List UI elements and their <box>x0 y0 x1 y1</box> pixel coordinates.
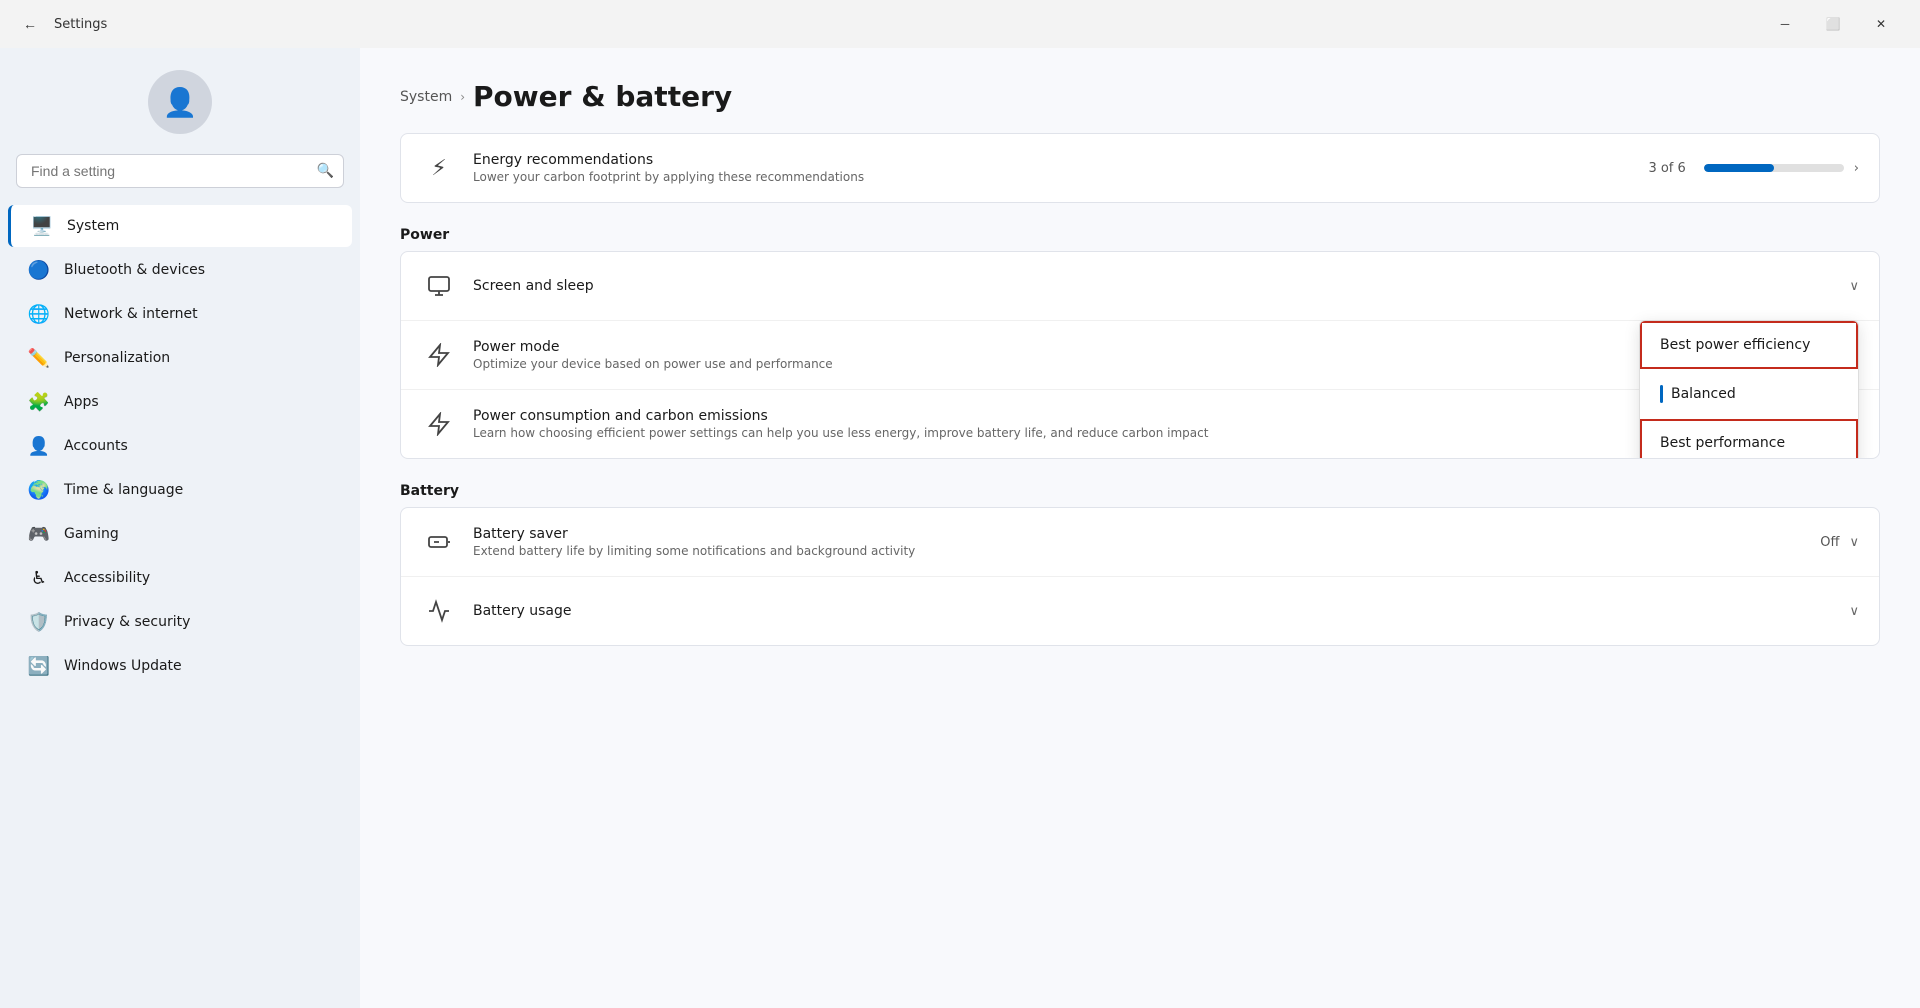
sidebar-item-network[interactable]: 🌐 Network & internet <box>8 293 352 335</box>
sidebar-item-label: Network & internet <box>64 306 198 322</box>
update-icon: 🔄 <box>28 655 50 677</box>
power-mode-icon <box>421 337 457 373</box>
sidebar-item-label: Accessibility <box>64 570 150 586</box>
battery-saver-icon <box>421 524 457 560</box>
battery-usage-row[interactable]: Battery usage ∨ <box>401 577 1879 645</box>
dropdown-balanced-label: Balanced <box>1671 386 1736 402</box>
accessibility-icon: ♿ <box>28 567 50 589</box>
battery-card: Battery saver Extend battery life by lim… <box>400 507 1880 646</box>
screen-sleep-chevron: ∨ <box>1849 279 1859 294</box>
battery-usage-right: ∨ <box>1849 604 1859 619</box>
battery-usage-chevron: ∨ <box>1849 604 1859 619</box>
sidebar-item-time[interactable]: 🌍 Time & language <box>8 469 352 511</box>
energy-chevron-icon: › <box>1854 161 1859 176</box>
personalization-icon: ✏️ <box>28 347 50 369</box>
time-icon: 🌍 <box>28 479 50 501</box>
sidebar-item-accounts[interactable]: 👤 Accounts <box>8 425 352 467</box>
battery-saver-subtitle: Extend battery life by limiting some not… <box>473 544 1804 558</box>
privacy-icon: 🛡️ <box>28 611 50 633</box>
system-icon: 🖥️ <box>31 215 53 237</box>
window-controls: ─ ⬜ ✕ <box>1762 8 1904 40</box>
sidebar: 👤 🔍 🖥️ System 🔵 Bluetooth & devices 🌐 Ne… <box>0 48 360 1008</box>
screen-sleep-title: Screen and sleep <box>473 278 1833 294</box>
sidebar-item-privacy[interactable]: 🛡️ Privacy & security <box>8 601 352 643</box>
sidebar-item-apps[interactable]: 🧩 Apps <box>8 381 352 423</box>
screen-sleep-content: Screen and sleep <box>473 278 1833 294</box>
app-title: Settings <box>54 17 1752 32</box>
screen-sleep-row[interactable]: Screen and sleep ∨ Best power efficiency… <box>401 252 1879 321</box>
dropdown-item-efficiency[interactable]: Best power efficiency <box>1640 321 1858 369</box>
apps-icon: 🧩 <box>28 391 50 413</box>
app-body: 👤 🔍 🖥️ System 🔵 Bluetooth & devices 🌐 Ne… <box>0 48 1920 1008</box>
sidebar-item-label: Bluetooth & devices <box>64 262 205 278</box>
battery-usage-title: Battery usage <box>473 603 1833 619</box>
battery-saver-row[interactable]: Battery saver Extend battery life by lim… <box>401 508 1879 577</box>
energy-rec-row[interactable]: ⚡ Energy recommendations Lower your carb… <box>401 134 1879 202</box>
carbon-icon <box>421 406 457 442</box>
energy-rec-content: Energy recommendations Lower your carbon… <box>473 152 1632 184</box>
maximize-button[interactable]: ⬜ <box>1810 8 1856 40</box>
energy-rec-title: Energy recommendations <box>473 152 1632 168</box>
sidebar-item-update[interactable]: 🔄 Windows Update <box>8 645 352 687</box>
progress-bar-fill <box>1704 164 1774 172</box>
sidebar-item-label: Gaming <box>64 526 119 542</box>
sidebar-item-label: System <box>67 218 119 234</box>
battery-usage-content: Battery usage <box>473 603 1833 619</box>
sidebar-item-label: Apps <box>64 394 99 410</box>
user-icon: 👤 <box>163 86 198 119</box>
sidebar-item-personalization[interactable]: ✏️ Personalization <box>8 337 352 379</box>
progress-bar <box>1704 164 1844 172</box>
battery-usage-icon <box>421 593 457 629</box>
battery-saver-right: Off ∨ <box>1820 535 1859 550</box>
sidebar-item-label: Windows Update <box>64 658 182 674</box>
breadcrumb-chevron: › <box>460 90 465 104</box>
sidebar-item-label: Accounts <box>64 438 128 454</box>
breadcrumb-system[interactable]: System <box>400 89 452 105</box>
progress-text: 3 of 6 <box>1648 161 1685 176</box>
battery-saver-chevron: ∨ <box>1849 535 1859 550</box>
page-header: System › Power & battery <box>400 48 1880 133</box>
search-box: 🔍 <box>16 154 344 188</box>
titlebar: ← Settings ─ ⬜ ✕ <box>0 0 1920 48</box>
sidebar-item-system[interactable]: 🖥️ System <box>8 205 352 247</box>
power-consumption-subtitle: Learn how choosing efficient power setti… <box>473 426 1833 440</box>
page-title: Power & battery <box>473 80 732 113</box>
network-icon: 🌐 <box>28 303 50 325</box>
sidebar-item-label: Time & language <box>64 482 183 498</box>
sidebar-item-accessibility[interactable]: ♿ Accessibility <box>8 557 352 599</box>
sidebar-item-gaming[interactable]: 🎮 Gaming <box>8 513 352 555</box>
avatar: 👤 <box>148 70 212 134</box>
energy-icon: ⚡ <box>421 150 457 186</box>
sidebar-item-label: Privacy & security <box>64 614 190 630</box>
dropdown-efficiency-label: Best power efficiency <box>1660 337 1810 353</box>
balanced-accent-bar <box>1660 385 1663 403</box>
power-section-label: Power <box>400 227 1880 243</box>
dropdown-item-balanced[interactable]: Balanced <box>1640 369 1858 419</box>
back-button[interactable]: ← <box>16 10 44 38</box>
screen-icon <box>421 268 457 304</box>
power-card: Screen and sleep ∨ Best power efficiency… <box>400 251 1880 459</box>
battery-saver-content: Battery saver Extend battery life by lim… <box>473 526 1804 558</box>
power-consumption-title: Power consumption and carbon emissions <box>473 408 1833 424</box>
content-area: System › Power & battery ⚡ Energy recomm… <box>360 48 1920 1008</box>
power-mode-dropdown: Best power efficiency Balanced Best perf… <box>1639 320 1859 459</box>
bluetooth-icon: 🔵 <box>28 259 50 281</box>
minimize-button[interactable]: ─ <box>1762 8 1808 40</box>
gaming-icon: 🎮 <box>28 523 50 545</box>
accounts-icon: 👤 <box>28 435 50 457</box>
power-consumption-content: Power consumption and carbon emissions L… <box>473 408 1833 440</box>
battery-saver-status: Off <box>1820 535 1839 550</box>
energy-rec-right: 3 of 6 › <box>1648 161 1859 176</box>
energy-rec-card: ⚡ Energy recommendations Lower your carb… <box>400 133 1880 203</box>
battery-saver-title: Battery saver <box>473 526 1804 542</box>
energy-rec-subtitle: Lower your carbon footprint by applying … <box>473 170 1632 184</box>
sidebar-item-bluetooth[interactable]: 🔵 Bluetooth & devices <box>8 249 352 291</box>
search-input[interactable] <box>16 154 344 188</box>
dropdown-performance-label: Best performance <box>1660 435 1785 451</box>
close-button[interactable]: ✕ <box>1858 8 1904 40</box>
screen-sleep-right: ∨ <box>1849 279 1859 294</box>
sidebar-item-label: Personalization <box>64 350 170 366</box>
dropdown-item-performance[interactable]: Best performance <box>1640 419 1858 459</box>
battery-section-label: Battery <box>400 483 1880 499</box>
